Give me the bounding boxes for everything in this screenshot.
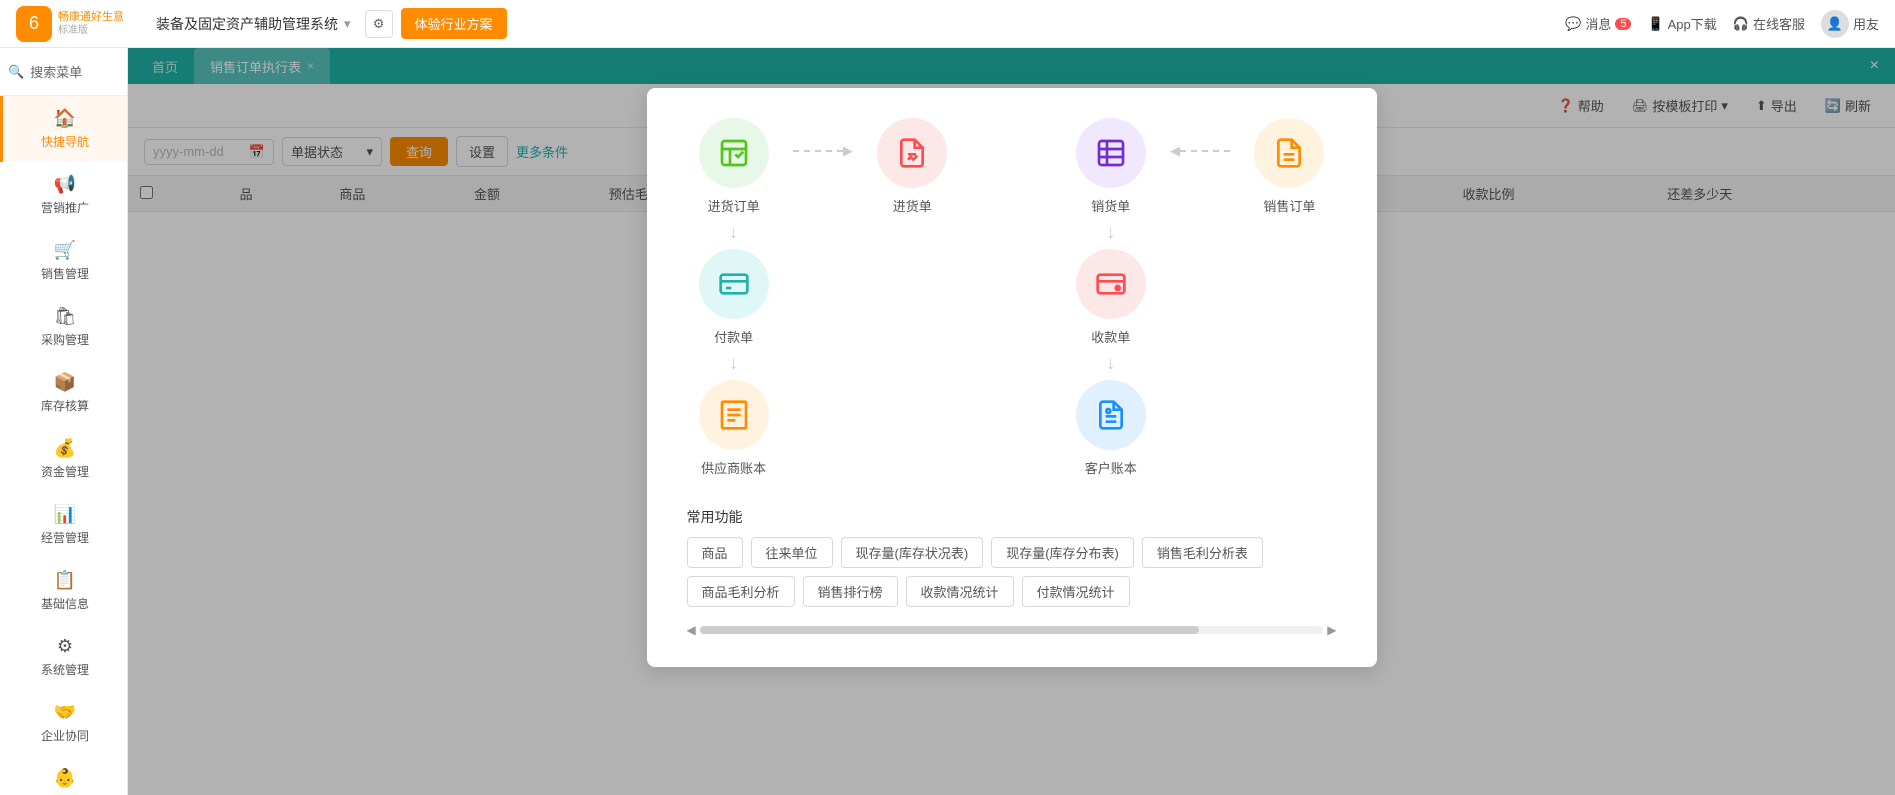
flow-node-sales-bill[interactable]: 销货单 bbox=[1076, 118, 1146, 215]
app-name: 畅康通好生意 bbox=[58, 10, 124, 24]
scroll-left-arrow[interactable]: ◀ bbox=[687, 623, 696, 637]
scroll-thumb bbox=[700, 626, 1199, 634]
inventory-icon: 📦 bbox=[54, 372, 76, 393]
sales-order-icon bbox=[1254, 118, 1324, 188]
sales-bill-icon bbox=[1076, 118, 1146, 188]
customer-ledger-icon bbox=[1076, 380, 1146, 450]
sidebar-item-finance[interactable]: 💰资金管理 bbox=[0, 426, 127, 492]
supplier-ledger-icon bbox=[699, 380, 769, 450]
h-arrow-1: ▶ bbox=[793, 118, 853, 159]
scroll-right-arrow[interactable]: ▶ bbox=[1327, 623, 1336, 637]
arrow-down-2: ↓ bbox=[729, 354, 738, 372]
purchase-order-icon bbox=[699, 118, 769, 188]
arrow-down-4: ↓ bbox=[1106, 354, 1115, 372]
quick-nav-icon: 🏠 bbox=[54, 108, 76, 129]
app-download-button[interactable]: 📱 App下载 bbox=[1647, 14, 1716, 33]
arrow-down-3: ↓ bbox=[1106, 223, 1115, 241]
func-btn-现存量(库存状况表)[interactable]: 现存量(库存状况表) bbox=[841, 537, 984, 568]
sidebar-item-basic-info[interactable]: 📋基础信息 bbox=[0, 558, 127, 624]
operations-icon: 📊 bbox=[54, 504, 76, 525]
h-arrow-2: ◀ bbox=[1170, 118, 1230, 159]
func-buttons-group: 商品往来单位现存量(库存状况表)现存量(库存分布表) 销售毛利分析表商品毛利分析销… bbox=[687, 537, 1337, 607]
message-badge: 5 bbox=[1615, 18, 1631, 30]
purchase-icon: 🛍 bbox=[54, 306, 77, 327]
beginner-icon: 👶 bbox=[54, 768, 76, 789]
online-service-button[interactable]: 🎧 在线客服 bbox=[1733, 14, 1805, 33]
quick-nav-popup: 进货订单 ↓ bbox=[647, 88, 1377, 667]
sidebar-item-sales[interactable]: 🛒销售管理 bbox=[0, 228, 127, 294]
flow-diagram: 进货订单 ↓ bbox=[687, 118, 1337, 477]
flow-node-receipt[interactable]: 收款单 bbox=[1076, 249, 1146, 346]
flow-node-payment[interactable]: 付款单 bbox=[699, 249, 769, 346]
func-btn-付款情况统计[interactable]: 付款情况统计 bbox=[1022, 576, 1130, 607]
flow-node-purchase-order[interactable]: 进货订单 bbox=[699, 118, 769, 215]
user-avatar: 👤 bbox=[1821, 10, 1849, 38]
receipt-icon bbox=[1076, 249, 1146, 319]
user-menu[interactable]: 👤 用友 bbox=[1821, 10, 1879, 38]
func-btn-销售毛利分析表[interactable]: 销售毛利分析表 bbox=[1142, 537, 1263, 568]
system-icon: ⚙ bbox=[57, 636, 73, 657]
common-functions-section: 常用功能 商品往来单位现存量(库存状况表)现存量(库存分布表)销售毛利分析表商品… bbox=[687, 507, 1337, 607]
func-btn-商品毛利分析[interactable]: 商品毛利分析 bbox=[687, 576, 795, 607]
settings-button[interactable]: ⚙ bbox=[365, 10, 393, 38]
sidebar-item-enterprise[interactable]: 🤝企业协同 bbox=[0, 690, 127, 756]
download-icon: 📱 bbox=[1647, 16, 1663, 32]
sales-icon: 🛒 bbox=[54, 240, 76, 261]
func-btn-收款情况统计[interactable]: 收款情况统计 bbox=[906, 576, 1014, 607]
sidebar-item-inventory[interactable]: 📦库存核算 bbox=[0, 360, 127, 426]
marketing-icon: 📢 bbox=[54, 174, 76, 195]
search-icon: 🔍 bbox=[8, 64, 24, 80]
sidebar-item-marketing[interactable]: 📢营销推广 bbox=[0, 162, 127, 228]
experience-btn[interactable]: 体验行业方案 bbox=[401, 8, 507, 39]
func-btn-现存量(库存分布表)[interactable]: 现存量(库存分布表) bbox=[991, 537, 1134, 568]
app-logo-icon: 6 bbox=[16, 6, 52, 42]
popup-overlay: 进货订单 ↓ bbox=[128, 48, 1895, 795]
flow-node-sales-order[interactable]: 销售订单 bbox=[1254, 118, 1324, 215]
message-button[interactable]: 💬 消息 5 bbox=[1565, 14, 1631, 33]
enterprise-icon: 🤝 bbox=[54, 702, 76, 723]
sidebar-item-beginner[interactable]: 👶新手引导 bbox=[0, 756, 127, 795]
payment-icon bbox=[699, 249, 769, 319]
sidebar-search-area[interactable]: 🔍 搜索菜单 bbox=[0, 48, 127, 96]
func-btn-商品[interactable]: 商品 bbox=[687, 537, 743, 568]
system-title: 装备及固定资产辅助管理系统 bbox=[156, 14, 338, 34]
func-btn-往来单位[interactable]: 往来单位 bbox=[751, 537, 833, 568]
arrow-down-1: ↓ bbox=[729, 223, 738, 241]
search-menu-button[interactable]: 🔍 搜索菜单 bbox=[8, 58, 119, 85]
sidebar-item-purchase[interactable]: 🛍采购管理 bbox=[0, 294, 127, 360]
popup-scrollbar[interactable]: ◀ ▶ bbox=[687, 623, 1337, 637]
finance-icon: 💰 bbox=[54, 438, 76, 459]
sidebar-item-system[interactable]: ⚙系统管理 bbox=[0, 624, 127, 690]
common-func-title: 常用功能 bbox=[687, 507, 1337, 527]
sidebar-item-operations[interactable]: 📊经营管理 bbox=[0, 492, 127, 558]
flow-node-customer-ledger[interactable]: 客户账本 bbox=[1076, 380, 1146, 477]
service-icon: 🎧 bbox=[1733, 16, 1749, 32]
flow-node-supplier-ledger[interactable]: 供应商账本 bbox=[699, 380, 769, 477]
purchase-bill-icon bbox=[877, 118, 947, 188]
func-btn-销售排行榜[interactable]: 销售排行榜 bbox=[803, 576, 898, 607]
message-icon: 💬 bbox=[1565, 16, 1581, 32]
scroll-track bbox=[700, 626, 1324, 634]
title-dropdown-arrow[interactable]: ▾ bbox=[344, 16, 351, 32]
flow-node-purchase-bill[interactable]: 进货单 bbox=[877, 118, 947, 215]
basic-info-icon: 📋 bbox=[54, 570, 76, 591]
app-sub: 标准版 bbox=[58, 24, 124, 37]
sidebar-item-quick-nav[interactable]: 🏠快捷导航 bbox=[0, 96, 127, 162]
